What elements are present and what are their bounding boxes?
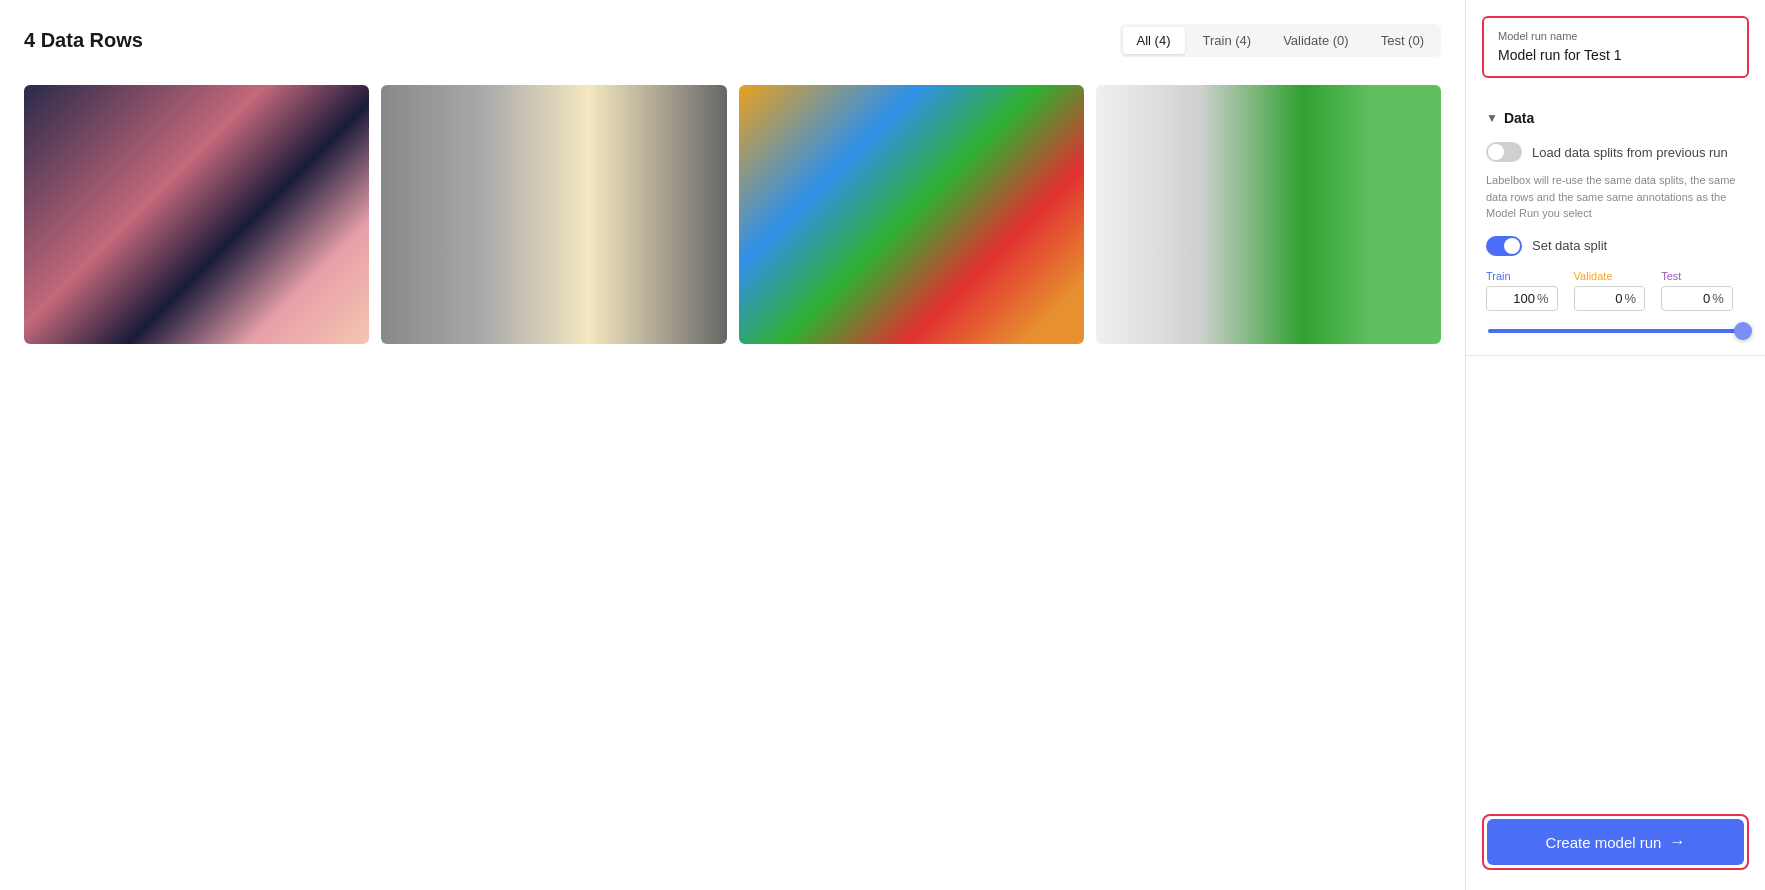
data-row-image-1[interactable]: [24, 85, 369, 344]
arrow-icon: →: [1669, 833, 1685, 851]
set-data-split-toggle[interactable]: [1486, 236, 1522, 256]
model-run-name-section: Model run name: [1482, 16, 1749, 78]
train-label: Train: [1486, 270, 1558, 282]
main-content: 4 Data Rows All (4) Train (4) Validate (…: [0, 0, 1465, 890]
page-title: 4 Data Rows: [24, 29, 143, 52]
range-thumb[interactable]: [1734, 322, 1752, 340]
load-splits-description: Labelbox will re-use the same data split…: [1486, 172, 1745, 222]
validate-pct: %: [1625, 291, 1637, 306]
data-section-header: ▼ Data: [1486, 110, 1745, 126]
range-wrapper: [1488, 323, 1743, 339]
filter-tabs: All (4) Train (4) Validate (0) Test (0): [1120, 24, 1441, 57]
create-model-run-button[interactable]: Create model run →: [1487, 819, 1744, 865]
chevron-down-icon: ▼: [1486, 111, 1498, 125]
create-model-run-section: Create model run →: [1482, 814, 1749, 870]
data-row-image-3[interactable]: [739, 85, 1084, 344]
filter-tab-validate[interactable]: Validate (0): [1269, 27, 1363, 54]
page-header: 4 Data Rows All (4) Train (4) Validate (…: [24, 24, 1441, 57]
train-input-wrapper: %: [1486, 286, 1558, 311]
load-splits-toggle[interactable]: [1486, 142, 1522, 162]
split-fields: Train % Validate % Test %: [1486, 270, 1745, 311]
test-input-wrapper: %: [1661, 286, 1733, 311]
validate-input-wrapper: %: [1574, 286, 1646, 311]
validate-label: Validate: [1574, 270, 1646, 282]
test-label: Test: [1661, 270, 1733, 282]
range-fill: [1488, 329, 1743, 333]
validate-input[interactable]: [1583, 291, 1623, 306]
set-data-split-row: Set data split: [1486, 236, 1745, 256]
data-section: ▼ Data Load data splits from previous ru…: [1466, 94, 1765, 356]
image-grid: [24, 85, 1441, 344]
train-input[interactable]: [1495, 291, 1535, 306]
validate-split-field: Validate %: [1574, 270, 1646, 311]
test-split-field: Test %: [1661, 270, 1733, 311]
test-pct: %: [1712, 291, 1724, 306]
data-row-image-4[interactable]: [1096, 85, 1441, 344]
filter-tab-train[interactable]: Train (4): [1189, 27, 1266, 54]
create-model-run-label: Create model run: [1546, 834, 1662, 851]
filter-tab-all[interactable]: All (4): [1123, 27, 1185, 54]
model-run-name-input[interactable]: [1498, 47, 1733, 63]
data-section-title: Data: [1504, 110, 1534, 126]
load-splits-row: Load data splits from previous run: [1486, 142, 1745, 162]
load-splits-label: Load data splits from previous run: [1532, 145, 1728, 160]
train-pct: %: [1537, 291, 1549, 306]
train-split-field: Train %: [1486, 270, 1558, 311]
data-row-image-2[interactable]: [381, 85, 726, 344]
test-input[interactable]: [1670, 291, 1710, 306]
set-data-split-label: Set data split: [1532, 238, 1607, 253]
data-split-slider-container: [1486, 323, 1745, 339]
right-panel: Model run name ▼ Data Load data splits f…: [1465, 0, 1765, 890]
filter-tab-test[interactable]: Test (0): [1367, 27, 1438, 54]
model-run-name-label: Model run name: [1498, 30, 1733, 42]
